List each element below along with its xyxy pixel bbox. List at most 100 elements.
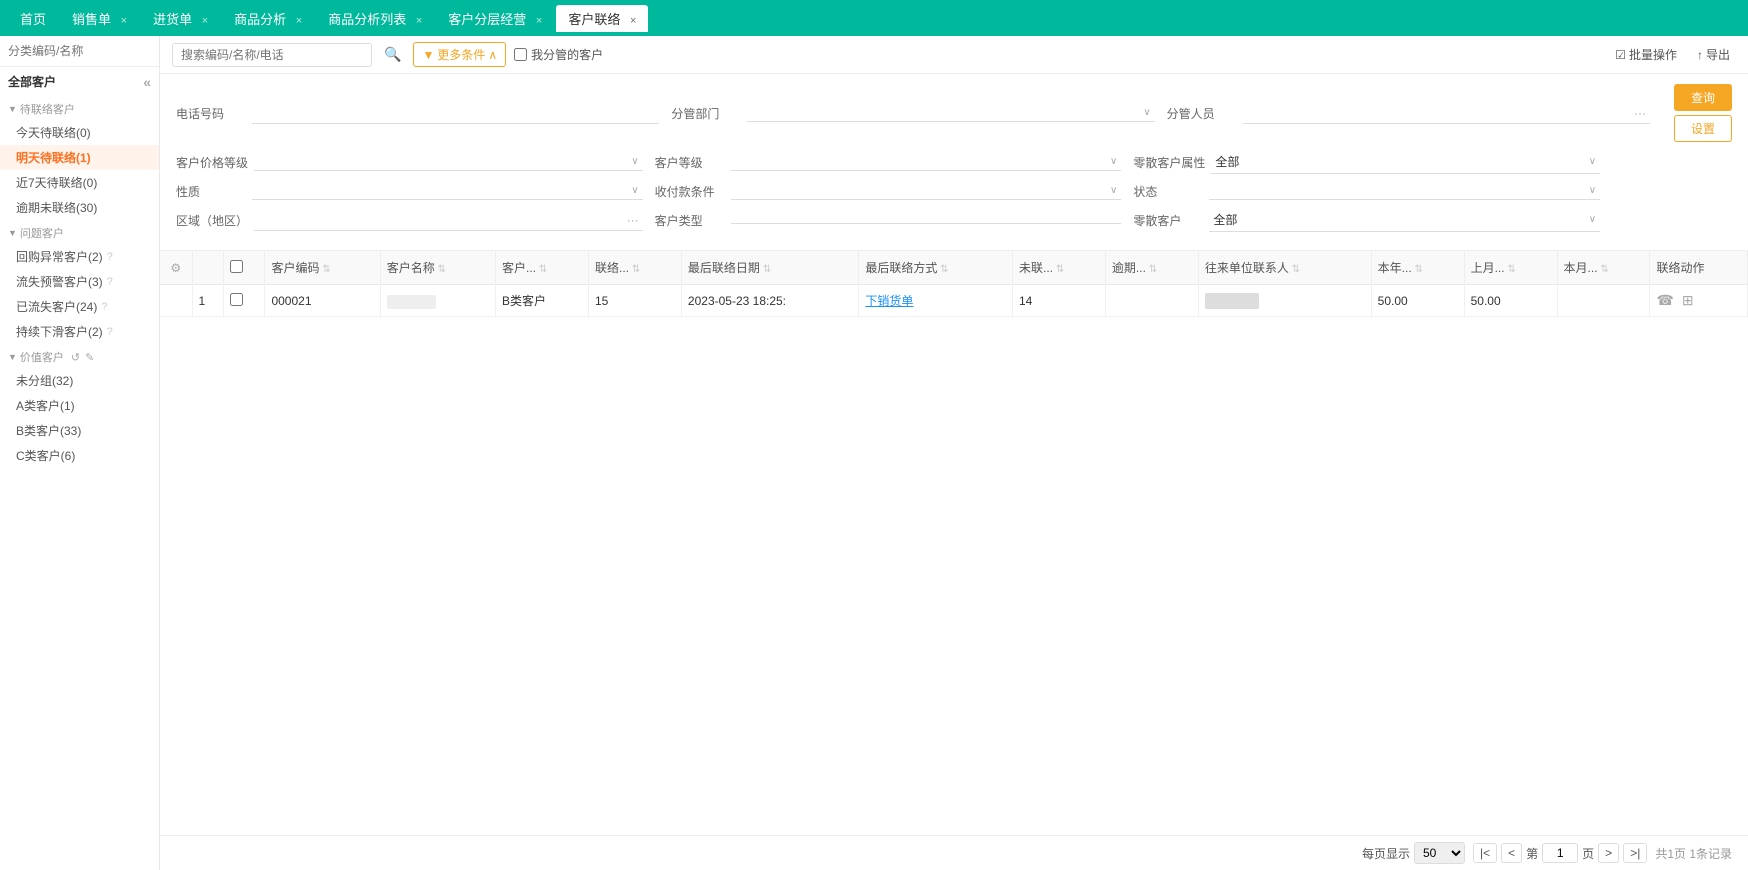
filter-region-select[interactable]: ···: [254, 210, 643, 231]
filter-dept-select[interactable]: ∨: [747, 104, 1154, 122]
table-area: ⚙ 客户编码 客户名称 客户... 联络... 最后联络日期 最后联络方式 未联…: [160, 251, 1748, 835]
nav-product-list[interactable]: 商品分析列表 ×: [316, 5, 434, 32]
sidebar-item-ungrouped[interactable]: 未分组(32): [0, 368, 159, 393]
nav-product-list-close[interactable]: ×: [416, 15, 422, 27]
sidebar-item-a-class[interactable]: A类客户(1): [0, 393, 159, 418]
nav-product-close[interactable]: ×: [296, 15, 302, 27]
th-code[interactable]: 客户编码: [265, 251, 380, 285]
page-number-input[interactable]: [1542, 843, 1578, 863]
sidebar-collapse-icon[interactable]: «: [143, 74, 151, 90]
filter-payment-select[interactable]: ∨: [731, 182, 1122, 200]
filter-actions: 查询 设置: [1674, 84, 1732, 142]
setting-button[interactable]: 设置: [1674, 115, 1732, 142]
chevron-up-icon: ∧: [488, 48, 497, 62]
page-size-selector: 每页显示 50 100 200: [1362, 842, 1465, 864]
td-last-contact-date: 2023-05-23 18:25:: [681, 285, 858, 317]
sidebar-item-overdue[interactable]: 逾期未联络(30): [0, 195, 159, 220]
nav-layering-close[interactable]: ×: [536, 15, 542, 27]
value-group-edit[interactable]: ✎: [85, 351, 94, 364]
sidebar-item-b-class-label: B类客户(33): [16, 422, 81, 439]
th-last-contact-date[interactable]: 最后联络日期: [681, 251, 858, 285]
row-checkbox[interactable]: [230, 293, 243, 306]
help-icon-churned[interactable]: ?: [101, 301, 107, 313]
sidebar-value-group-label: 价值客户: [20, 349, 64, 365]
first-page-button[interactable]: |<: [1473, 843, 1497, 863]
grid-icon[interactable]: ⊞: [1682, 292, 1694, 309]
filter-search-button[interactable]: 🔍: [380, 44, 405, 65]
nav-customer-layering[interactable]: 客户分层经营 ×: [436, 5, 554, 32]
sidebar-item-tomorrow[interactable]: 明天待联络(1): [0, 145, 159, 170]
nav-customer-contact[interactable]: 客户联络 ×: [556, 5, 648, 32]
filter-customer-level-label: 客户等级: [655, 154, 725, 171]
nav-purchase[interactable]: 进货单 ×: [141, 5, 220, 32]
th-this-month[interactable]: 本月...: [1557, 251, 1650, 285]
sidebar-item-c-class[interactable]: C类客户(6): [0, 443, 159, 468]
total-records: 共1页 1条记录: [1655, 845, 1732, 862]
nav-home[interactable]: 首页: [8, 5, 58, 32]
sidebar-all-customers[interactable]: 全部客户 «: [0, 67, 159, 96]
filter-retail-attr: 零散客户属性 全部 ∨: [1133, 150, 1600, 174]
filter-region-ellipsis[interactable]: ···: [627, 213, 639, 227]
prev-page-button[interactable]: <: [1501, 843, 1522, 863]
help-icon-declining[interactable]: ?: [107, 326, 113, 338]
phone-icon[interactable]: ☎: [1656, 292, 1673, 309]
filter-retail-attr-select[interactable]: 全部 ∨: [1211, 150, 1600, 174]
filter-phone-input[interactable]: [252, 103, 659, 124]
th-name[interactable]: 客户名称: [380, 251, 495, 285]
filter-customer-type-select[interactable]: [731, 217, 1122, 224]
sidebar-item-today[interactable]: 今天待联络(0): [0, 120, 159, 145]
filter-manager-ellipsis[interactable]: ···: [1634, 106, 1646, 120]
table-header-row: ⚙ 客户编码 客户名称 客户... 联络... 最后联络日期 最后联络方式 未联…: [160, 251, 1748, 285]
per-page-select[interactable]: 50 100 200: [1414, 842, 1465, 864]
nav-purchase-close[interactable]: ×: [202, 15, 208, 27]
td-last-contact-method[interactable]: 下销货单: [859, 285, 1013, 317]
filter-status-select[interactable]: ∨: [1209, 182, 1600, 200]
th-overdue[interactable]: 逾期...: [1105, 251, 1198, 285]
filter-nature-select[interactable]: ∨: [252, 182, 643, 200]
next-page-button[interactable]: >: [1598, 843, 1619, 863]
filter-customer-level-select[interactable]: ∨: [731, 153, 1122, 171]
help-icon-churn-warning[interactable]: ?: [107, 276, 113, 288]
th-this-year[interactable]: 本年...: [1371, 251, 1464, 285]
filter-retail-customer: 零散客户 全部 ∨: [1133, 208, 1600, 232]
nav-contact-close[interactable]: ×: [630, 15, 636, 27]
td-checkbox[interactable]: [223, 285, 265, 317]
sidebar-item-b-class[interactable]: B类客户(33): [0, 418, 159, 443]
query-button[interactable]: 查询: [1674, 84, 1732, 111]
last-page-button[interactable]: >|: [1623, 843, 1647, 863]
nav-sales-close[interactable]: ×: [121, 15, 127, 27]
sidebar-item-declining[interactable]: 持续下滑客户(2) ?: [0, 319, 159, 344]
filter-search-input[interactable]: [172, 43, 372, 67]
filter-price-level-select[interactable]: ∨: [254, 153, 643, 171]
more-conditions-btn[interactable]: ▼ 更多条件 ∧: [413, 42, 506, 67]
th-type[interactable]: 客户...: [496, 251, 589, 285]
my-customers-checkbox[interactable]: 我分管的客户: [514, 46, 603, 63]
sidebar-search-input[interactable]: [8, 44, 160, 58]
filter-row-4: 区域（地区） ··· 客户类型 零散客户 全部 ∨: [176, 208, 1732, 232]
value-group-refresh[interactable]: ↺: [71, 351, 80, 364]
filter-retail-customer-value: 全部: [1213, 211, 1237, 228]
nav-product-analysis[interactable]: 商品分析 ×: [222, 5, 314, 32]
td-code: 000021: [265, 285, 380, 317]
th-last-month[interactable]: 上月...: [1464, 251, 1557, 285]
th-no-contact[interactable]: 未联...: [1012, 251, 1105, 285]
th-last-contact-method[interactable]: 最后联络方式: [859, 251, 1013, 285]
filter-icon: ▼: [422, 48, 434, 62]
th-contacts[interactable]: 联络...: [588, 251, 681, 285]
nav-sales[interactable]: 销售单 ×: [60, 5, 139, 32]
filter-manager-select[interactable]: ···: [1243, 103, 1650, 124]
sidebar-item-churned[interactable]: 已流失客户(24) ?: [0, 294, 159, 319]
select-all-checkbox[interactable]: [230, 260, 243, 273]
export-button[interactable]: ↑ 导出: [1691, 43, 1736, 66]
sidebar-item-churn-warning[interactable]: 流失预警客户(3) ?: [0, 269, 159, 294]
my-customers-check[interactable]: [514, 48, 527, 61]
td-last-month: 50.00: [1464, 285, 1557, 317]
th-gear[interactable]: ⚙: [160, 251, 192, 285]
filter-retail-customer-select[interactable]: 全部 ∨: [1209, 208, 1600, 232]
batch-op-button[interactable]: ☑ 批量操作: [1609, 43, 1683, 66]
batch-op-icon: ☑: [1615, 48, 1626, 62]
sidebar-item-7days[interactable]: 近7天待联络(0): [0, 170, 159, 195]
help-icon-abnormal[interactable]: ?: [107, 251, 113, 263]
th-unit-contact[interactable]: 往来单位联系人: [1198, 251, 1371, 285]
sidebar-item-abnormal[interactable]: 回购异常客户(2) ?: [0, 244, 159, 269]
